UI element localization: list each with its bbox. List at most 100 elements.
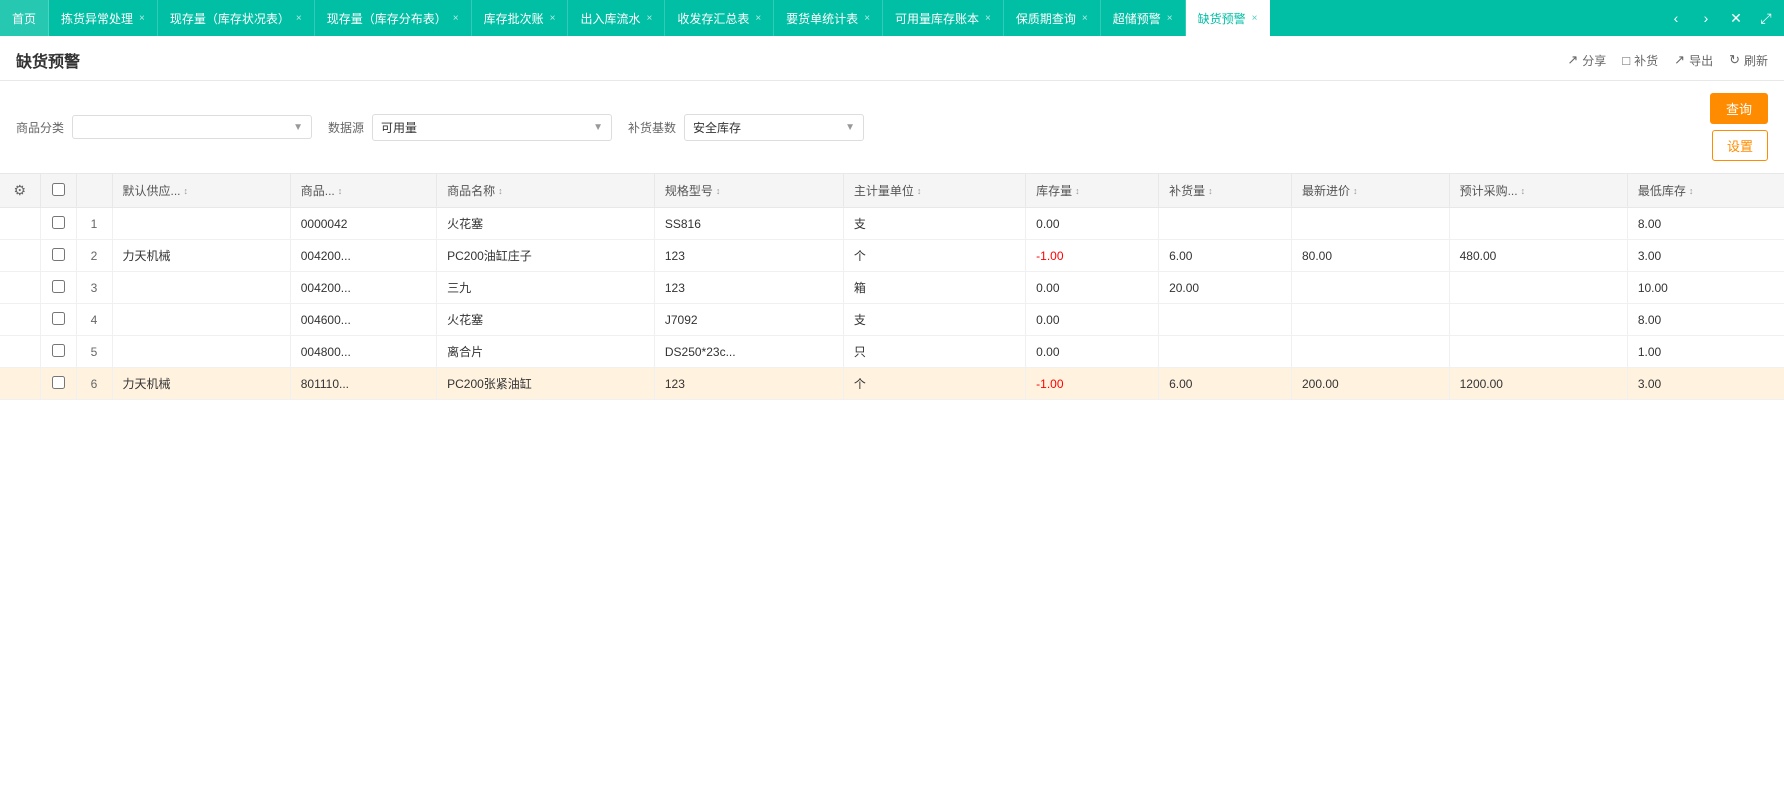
row-no-1: 2 — [76, 240, 112, 272]
row-est-0 — [1449, 208, 1627, 240]
nav-tabs: 首页拣货异常处理×现存量（库存状况表）×现存量（库存分布表）×库存批次账×出入库… — [0, 0, 1784, 36]
row-checkbox-cell-3 — [40, 304, 76, 336]
th-min-stock[interactable]: 最低库存↕ — [1627, 174, 1784, 208]
nav-tab-label-1: 拣货异常处理 — [61, 10, 133, 27]
row-price-2 — [1291, 272, 1449, 304]
row-replenish-2: 20.00 — [1159, 272, 1292, 304]
nav-tab-close-6[interactable]: × — [755, 13, 761, 24]
nav-tab-label-6: 收发存汇总表 — [677, 10, 749, 27]
th-unit[interactable]: 主计量单位↕ — [843, 174, 1025, 208]
nav-tab-close-4[interactable]: × — [550, 13, 556, 24]
nav-tab-close-7[interactable]: × — [864, 13, 870, 24]
nav-tab-5[interactable]: 出入库流水 × — [568, 0, 665, 36]
sort-supplier-icon: ↕ — [184, 186, 189, 196]
datasource-value: 可用量 — [381, 119, 417, 136]
row-checkbox-5[interactable] — [52, 376, 65, 389]
nav-tab-close-5[interactable]: × — [646, 13, 652, 24]
replenish-select[interactable]: 安全库存 ▼ — [684, 114, 864, 141]
row-price-4 — [1291, 336, 1449, 368]
datasource-chevron-icon: ▼ — [593, 122, 603, 133]
prev-tab-btn[interactable]: ‹ — [1662, 4, 1690, 32]
row-unit-0: 支 — [843, 208, 1025, 240]
nav-tab-close-1[interactable]: × — [139, 13, 145, 24]
th-stock-qty-label: 库存量 — [1036, 182, 1072, 199]
row-stock-5: -1.00 — [1026, 368, 1159, 400]
nav-tab-label-0: 首页 — [12, 10, 36, 27]
category-select[interactable]: ▼ — [72, 115, 312, 139]
nav-tab-label-4: 库存批次账 — [484, 10, 544, 27]
refresh-btn[interactable]: ↻ 刷新 — [1729, 52, 1768, 69]
nav-tab-8[interactable]: 可用量库存账本× — [883, 0, 1004, 36]
row-settings-3 — [0, 304, 40, 336]
datasource-select[interactable]: 可用量 ▼ — [372, 114, 612, 141]
th-replenish-qty[interactable]: 补货量↕ — [1159, 174, 1292, 208]
settings-btn[interactable]: 设置 — [1712, 130, 1768, 161]
row-name-3: 火花塞 — [437, 304, 655, 336]
sort-est-icon: ↕ — [1521, 186, 1526, 196]
row-supplier-1: 力天机械 — [112, 240, 290, 272]
settings-gear-icon[interactable]: ⚙ — [13, 182, 26, 198]
row-no-4: 5 — [76, 336, 112, 368]
export-btn[interactable]: ↗ 导出 — [1674, 52, 1713, 69]
th-est-purchase-label: 预计采购... — [1460, 182, 1518, 199]
table-row: 3 004200... 三九 123 箱 0.00 20.00 10.00 — [0, 272, 1784, 304]
sort-min-icon: ↕ — [1689, 186, 1694, 196]
row-stock-3: 0.00 — [1026, 304, 1159, 336]
th-spec[interactable]: 规格型号↕ — [654, 174, 843, 208]
nav-tab-close-2[interactable]: × — [296, 13, 302, 24]
row-checkbox-cell-0 — [40, 208, 76, 240]
nav-tab-11[interactable]: 缺货预警× — [1186, 0, 1271, 36]
sort-replenish-icon: ↕ — [1208, 186, 1213, 196]
th-product-code[interactable]: 商品...↕ — [290, 174, 436, 208]
query-btn[interactable]: 查询 — [1710, 93, 1768, 124]
row-spec-5: 123 — [654, 368, 843, 400]
th-latest-price[interactable]: 最新进价↕ — [1291, 174, 1449, 208]
th-stock-qty[interactable]: 库存量↕ — [1026, 174, 1159, 208]
select-all-checkbox[interactable] — [52, 183, 65, 196]
table-body: 1 0000042 火花塞 SS816 支 0.00 8.00 2 力天机械 0… — [0, 208, 1784, 400]
nav-tab-4[interactable]: 库存批次账 × — [472, 0, 569, 36]
row-checkbox-2[interactable] — [52, 280, 65, 293]
close-tab-btn[interactable]: ✕ — [1722, 4, 1750, 32]
table-row: 5 004800... 离合片 DS250*23c... 只 0.00 1.00 — [0, 336, 1784, 368]
category-value — [81, 120, 84, 134]
nav-tab-label-5: 出入库流水 — [580, 10, 640, 27]
nav-tab-label-10: 超储预警 — [1113, 10, 1161, 27]
th-est-purchase[interactable]: 预计采购...↕ — [1449, 174, 1627, 208]
row-replenish-5: 6.00 — [1159, 368, 1292, 400]
nav-tab-close-11[interactable]: × — [1252, 13, 1258, 24]
nav-tab-label-3: 现存量（库存分布表） — [327, 10, 447, 27]
nav-tab-close-3[interactable]: × — [453, 13, 459, 24]
next-tab-btn[interactable]: › — [1692, 4, 1720, 32]
replenish-btn[interactable]: □ 补货 — [1622, 52, 1658, 69]
filter-bar: 商品分类 ▼ 数据源 可用量 ▼ 补货基数 安全库存 ▼ 查询 设置 — [0, 81, 1784, 173]
nav-tab-9[interactable]: 保质期查询× — [1004, 0, 1101, 36]
th-default-supplier-label: 默认供应... — [123, 182, 181, 199]
row-est-3 — [1449, 304, 1627, 336]
share-btn[interactable]: ↗ 分享 — [1567, 52, 1606, 69]
nav-tab-10[interactable]: 超储预警 × — [1101, 0, 1186, 36]
row-spec-0: SS816 — [654, 208, 843, 240]
export-icon: ↗ — [1674, 52, 1685, 68]
nav-tab-close-9[interactable]: × — [1082, 13, 1088, 24]
nav-tab-7[interactable]: 要货单统计表× — [774, 0, 883, 36]
nav-tab-0[interactable]: 首页 — [0, 0, 49, 36]
expand-btn[interactable]: ⤢ — [1752, 4, 1780, 32]
nav-tab-close-10[interactable]: × — [1167, 13, 1173, 24]
nav-tab-6[interactable]: 收发存汇总表 × — [665, 0, 774, 36]
row-settings-2 — [0, 272, 40, 304]
row-checkbox-0[interactable] — [52, 216, 65, 229]
nav-tab-3[interactable]: 现存量（库存分布表） × — [315, 0, 472, 36]
row-no-5: 6 — [76, 368, 112, 400]
nav-tab-close-8[interactable]: × — [985, 13, 991, 24]
row-checkbox-1[interactable] — [52, 248, 65, 261]
row-min-0: 8.00 — [1627, 208, 1784, 240]
nav-tab-1[interactable]: 拣货异常处理 × — [49, 0, 158, 36]
row-checkbox-3[interactable] — [52, 312, 65, 325]
th-default-supplier[interactable]: 默认供应...↕ — [112, 174, 290, 208]
table-wrapper: ⚙ 默认供应...↕ 商品...↕ 商品名称↕ — [0, 173, 1784, 400]
th-product-name[interactable]: 商品名称↕ — [437, 174, 655, 208]
th-product-code-label: 商品... — [301, 182, 335, 199]
nav-tab-2[interactable]: 现存量（库存状况表）× — [158, 0, 315, 36]
row-checkbox-4[interactable] — [52, 344, 65, 357]
